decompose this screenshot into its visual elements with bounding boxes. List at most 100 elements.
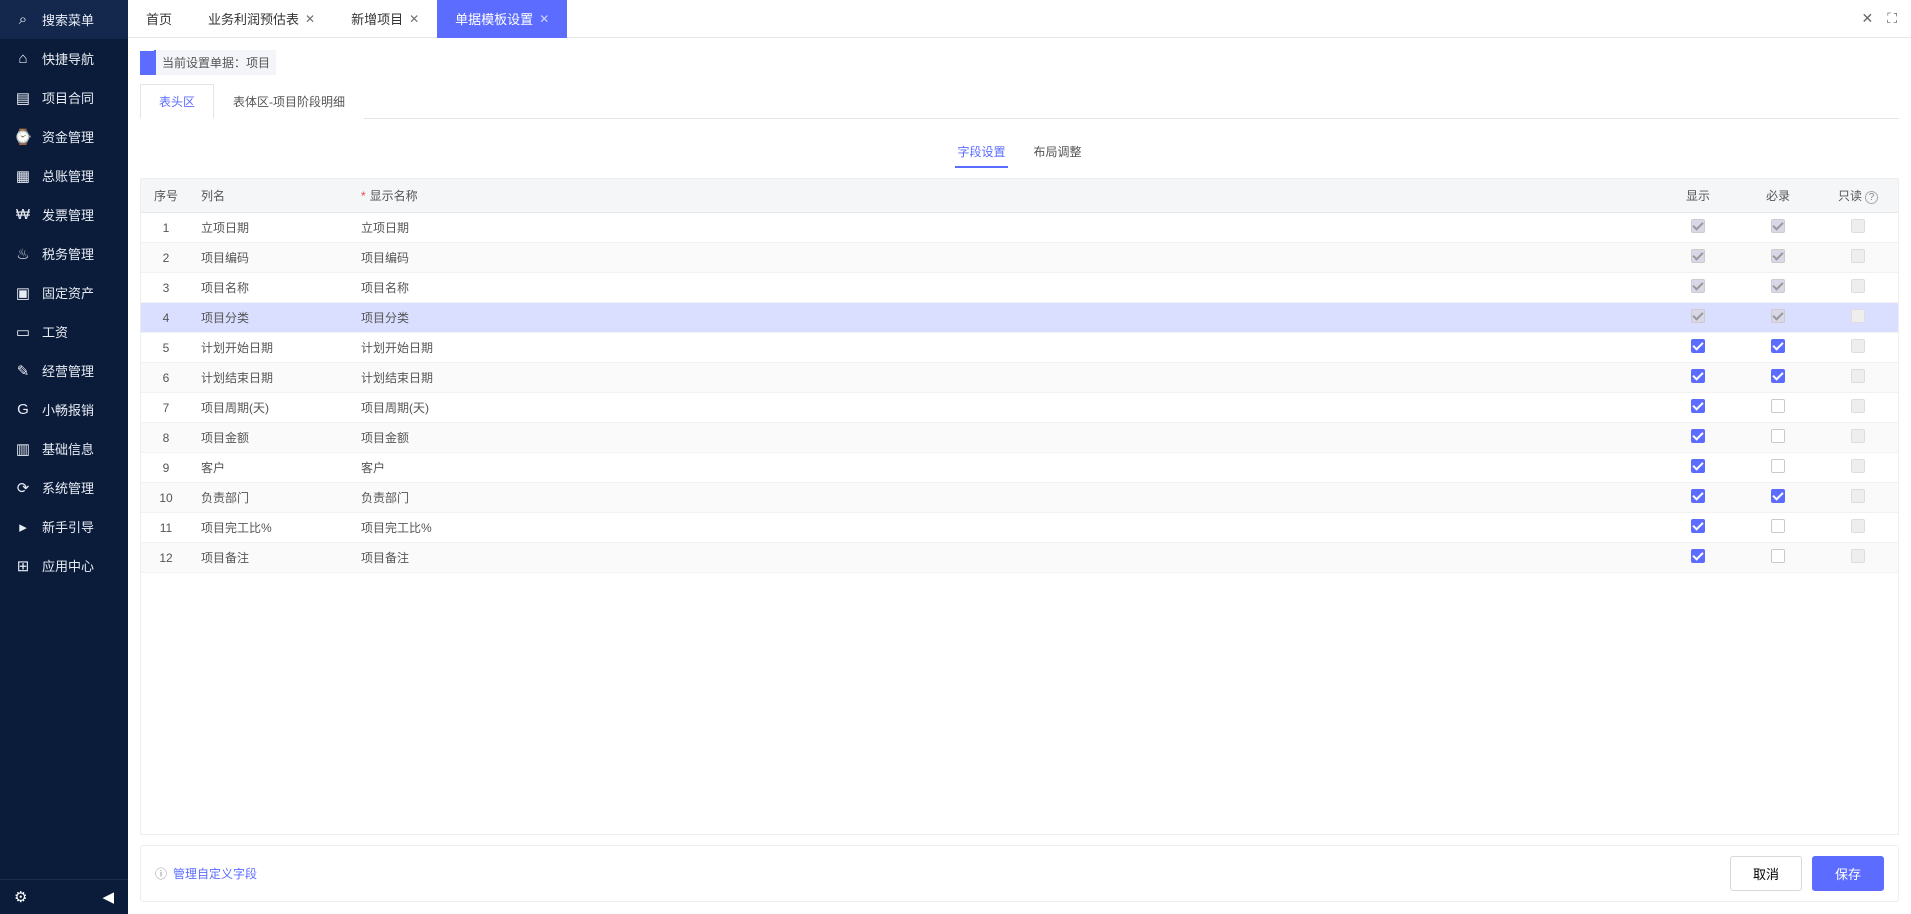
sidebar-item-3[interactable]: ⌚资金管理 [0,117,128,156]
checkbox-show[interactable] [1691,549,1705,563]
fullscreen-icon[interactable]: ⛶ [1887,10,1897,27]
tab-3[interactable]: 单据模板设置✕ [437,0,567,38]
table-row[interactable]: 10负责部门负责部门 [141,483,1898,513]
cell-displayname[interactable]: 项目分类 [351,303,1658,333]
checkbox-required[interactable] [1771,339,1785,353]
close-icon[interactable]: ✕ [305,12,315,26]
checkbox-readonly [1851,489,1865,503]
close-icon[interactable]: ✕ [539,12,549,26]
checkbox-show[interactable] [1691,369,1705,383]
tab-1[interactable]: 业务利润预估表✕ [190,0,333,38]
cell-displayname[interactable]: 项目名称 [351,273,1658,303]
checkbox-show [1691,309,1705,323]
cell-displayname[interactable]: 项目备注 [351,543,1658,573]
cell-colname: 项目名称 [191,273,351,303]
table-row[interactable]: 6计划结束日期计划结束日期 [141,363,1898,393]
checkbox-show[interactable] [1691,519,1705,533]
sidebar-item-1[interactable]: ⌂快捷导航 [0,39,128,78]
table-row[interactable]: 3项目名称项目名称 [141,273,1898,303]
sidebar-item-11[interactable]: ▥基础信息 [0,429,128,468]
cell-displayname[interactable]: 项目完工比% [351,513,1658,543]
banner-text: 当前设置单据：项目 [154,50,276,75]
cell-colname: 计划开始日期 [191,333,351,363]
checkbox-required[interactable] [1771,459,1785,473]
checkbox-required[interactable] [1771,549,1785,563]
cell-displayname[interactable]: 立项日期 [351,213,1658,243]
ledger-icon: ▦ [14,167,32,185]
cell-displayname[interactable]: 项目周期(天) [351,393,1658,423]
sidebar-item-13[interactable]: ▸新手引导 [0,507,128,546]
sidebar-item-9[interactable]: ✎经营管理 [0,351,128,390]
checkbox-readonly [1851,429,1865,443]
table-row[interactable]: 9客户客户 [141,453,1898,483]
checkbox-show[interactable] [1691,489,1705,503]
th-displayname: *显示名称 [351,179,1658,213]
cell-index: 1 [141,213,191,243]
checkbox-show[interactable] [1691,339,1705,353]
cell-index: 9 [141,453,191,483]
checkbox-show[interactable] [1691,429,1705,443]
banner-flag-icon [140,51,154,75]
table-row[interactable]: 8项目金额项目金额 [141,423,1898,453]
tab-2[interactable]: 新增项目✕ [333,0,437,38]
table-row[interactable]: 2项目编码项目编码 [141,243,1898,273]
checkbox-readonly [1851,249,1865,263]
checkbox-required [1771,279,1785,293]
checkbox-required[interactable] [1771,429,1785,443]
gear-icon[interactable]: ⚙ [14,888,27,906]
sidebar-item-7[interactable]: ▣固定资产 [0,273,128,312]
sub-tab-1[interactable]: 布局调整 [1032,137,1084,168]
sidebar-item-14[interactable]: ⊞ 应用中心 [0,546,128,585]
sidebar-item-12[interactable]: ⟳系统管理 [0,468,128,507]
sidebar-item-6[interactable]: ♨税务管理 [0,234,128,273]
collapse-icon[interactable]: ◀ [102,888,114,906]
footer-bar: ⓘ 管理自定义字段 取消 保存 [140,845,1899,902]
section-tab-1[interactable]: 表体区-项目阶段明细 [214,84,364,119]
tab-0[interactable]: 首页 [128,0,190,38]
cell-displayname[interactable]: 计划结束日期 [351,363,1658,393]
th-readonly: 只读? [1818,179,1898,213]
manage-custom-fields-link[interactable]: 管理自定义字段 [173,865,257,882]
sidebar-item-10[interactable]: G小畅报销 [0,390,128,429]
sub-tab-0[interactable]: 字段设置 [955,137,1007,168]
checkbox-show[interactable] [1691,459,1705,473]
checkbox-required[interactable] [1771,489,1785,503]
sidebar-item-label: 应用中心 [42,556,94,575]
cancel-button[interactable]: 取消 [1730,856,1802,891]
main: 首页业务利润预估表✕新增项目✕单据模板设置✕ ✕ ⛶ 当前设置单据：项目 表头区… [128,0,1911,914]
cell-index: 7 [141,393,191,423]
th-colname: 列名 [191,179,351,213]
sidebar-item-2[interactable]: ▤项目合同 [0,78,128,117]
checkbox-required[interactable] [1771,519,1785,533]
close-icon[interactable]: ✕ [409,12,419,26]
table-row[interactable]: 5计划开始日期计划开始日期 [141,333,1898,363]
sidebar-item-4[interactable]: ▦总账管理 [0,156,128,195]
table-row[interactable]: 1立项日期立项日期 [141,213,1898,243]
cell-displayname[interactable]: 负责部门 [351,483,1658,513]
section-tab-0[interactable]: 表头区 [140,84,214,119]
cell-displayname[interactable]: 项目金额 [351,423,1658,453]
wallet-icon: ⌚ [14,128,32,146]
table-row[interactable]: 7项目周期(天)项目周期(天) [141,393,1898,423]
checkbox-required[interactable] [1771,369,1785,383]
table-row[interactable]: 4项目分类项目分类 [141,303,1898,333]
help-icon[interactable]: ? [1865,191,1878,204]
table-row[interactable]: 11项目完工比%项目完工比% [141,513,1898,543]
cell-displayname[interactable]: 计划开始日期 [351,333,1658,363]
sidebar-item-8[interactable]: ▭工资 [0,312,128,351]
table-row[interactable]: 12项目备注项目备注 [141,543,1898,573]
checkbox-required[interactable] [1771,399,1785,413]
checkbox-show[interactable] [1691,399,1705,413]
report-icon: G [14,401,32,419]
invoice-icon: ₩ [14,206,32,224]
sidebar-item-5[interactable]: ₩发票管理 [0,195,128,234]
cell-displayname[interactable]: 项目编码 [351,243,1658,273]
sidebar-item-0[interactable]: ⌕搜索菜单 [0,0,128,39]
doc-icon: ▤ [14,89,32,107]
cell-displayname[interactable]: 客户 [351,453,1658,483]
biz-icon: ✎ [14,362,32,380]
save-button[interactable]: 保存 [1812,856,1884,891]
salary-icon: ▭ [14,323,32,341]
close-all-icon[interactable]: ✕ [1861,10,1873,27]
apps-icon: ⊞ [14,557,32,575]
